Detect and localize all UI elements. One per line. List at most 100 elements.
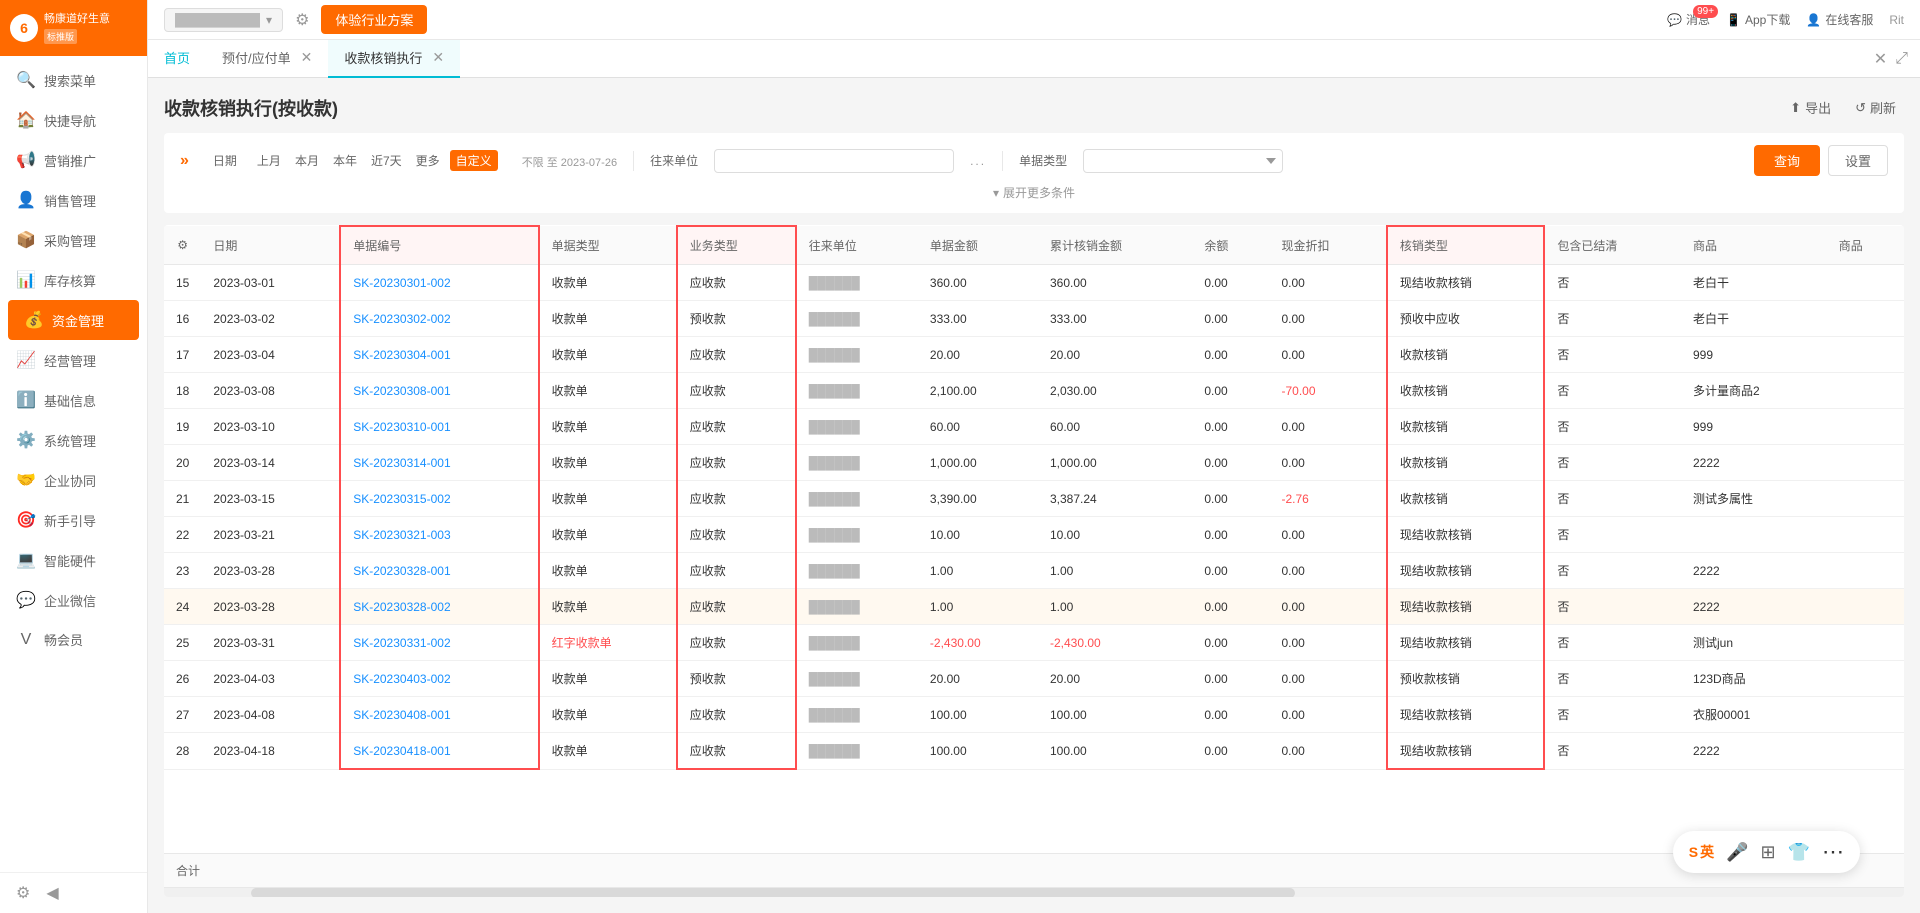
- row-balance: 0.00: [1192, 445, 1269, 481]
- date-custom[interactable]: 自定义: [450, 150, 498, 171]
- row-amount: 20.00: [918, 661, 1038, 697]
- row-bill-no[interactable]: SK-20230310-001: [340, 409, 538, 445]
- sidebar-item-finance[interactable]: 💰 资金管理: [8, 300, 139, 340]
- sidebar-item-corpwx[interactable]: 💬 企业微信: [0, 580, 147, 620]
- unit-dots[interactable]: ...: [970, 154, 986, 168]
- bill-type-select[interactable]: [1083, 149, 1283, 173]
- th-gear[interactable]: ⚙: [164, 226, 201, 265]
- sidebar-item-inventory[interactable]: 📊 库存核算: [0, 260, 147, 300]
- brand-s-button[interactable]: S 英: [1689, 842, 1714, 862]
- row-cash-discount: 0.00: [1269, 337, 1386, 373]
- row-include-settled: 否: [1544, 409, 1681, 445]
- row-bill-no[interactable]: SK-20230328-002: [340, 589, 538, 625]
- table-scroll-area[interactable]: ⚙ 日期 单据编号 单据类型 业务类型 往来单位 单据金额 累计核销金额 余额 …: [164, 225, 1904, 853]
- row-unit: ██████: [796, 625, 918, 661]
- date-range-display: 不限 至 2023-07-26: [522, 154, 617, 170]
- row-bill-no[interactable]: SK-20230315-002: [340, 481, 538, 517]
- unit-input[interactable]: [714, 149, 954, 173]
- tab-close-all-icon[interactable]: ✕: [1874, 49, 1887, 69]
- row-balance: 0.00: [1192, 337, 1269, 373]
- row-bill-no[interactable]: SK-20230418-001: [340, 733, 538, 770]
- guide-icon: 🎯: [16, 510, 36, 530]
- sidebar-item-quicknav[interactable]: 🏠 快捷导航: [0, 100, 147, 140]
- row-balance: 0.00: [1192, 589, 1269, 625]
- table-row: 152023-03-01SK-20230301-002收款单应收款██████3…: [164, 265, 1904, 301]
- tab-prepay[interactable]: 预付/应付单 ✕: [206, 40, 328, 78]
- row-bill-no[interactable]: SK-20230302-002: [340, 301, 538, 337]
- row-bill-no[interactable]: SK-20230328-001: [340, 553, 538, 589]
- setting-button[interactable]: 设置: [1828, 145, 1888, 176]
- sidebar-item-search[interactable]: 🔍 搜索菜单: [0, 60, 147, 100]
- date-more[interactable]: 更多: [412, 150, 444, 171]
- sidebar-item-vip[interactable]: V 畅会员: [0, 620, 147, 659]
- tab-prepay-close-icon[interactable]: ✕: [301, 49, 313, 66]
- row-biz-type: 应收款: [677, 733, 796, 770]
- more-button[interactable]: ⋯: [1822, 839, 1844, 865]
- filter-expand-icon[interactable]: »: [180, 152, 189, 170]
- row-goods: 测试jun: [1681, 625, 1827, 661]
- message-badge: 99+: [1693, 5, 1718, 18]
- sidebar-item-sales[interactable]: 👤 销售管理: [0, 180, 147, 220]
- sidebar-item-system[interactable]: ⚙️ 系统管理: [0, 420, 147, 460]
- scrollbar-thumb[interactable]: [251, 888, 1295, 897]
- row-num: 26: [164, 661, 201, 697]
- horizontal-scrollbar[interactable]: [164, 887, 1904, 897]
- th-cash-discount: 现金折扣: [1269, 226, 1386, 265]
- shirt-button[interactable]: 👕: [1788, 842, 1810, 863]
- sidebar-item-guide[interactable]: 🎯 新手引导: [0, 500, 147, 540]
- refresh-button[interactable]: ↺ 刷新: [1847, 94, 1904, 121]
- app-download-button[interactable]: 📱 App下载: [1726, 11, 1790, 28]
- sidebar-logo: 6 畅康道好生意 标推版: [0, 0, 147, 56]
- column-settings-icon[interactable]: ⚙: [177, 238, 188, 252]
- tab-home[interactable]: 首页: [148, 40, 206, 78]
- row-bill-no[interactable]: SK-20230331-002: [340, 625, 538, 661]
- keyboard-button[interactable]: ⊞: [1760, 842, 1775, 863]
- table-row: 282023-04-18SK-20230418-001收款单应收款██████1…: [164, 733, 1904, 770]
- th-bill-no: 单据编号: [340, 226, 538, 265]
- row-bill-no[interactable]: SK-20230408-001: [340, 697, 538, 733]
- row-verify-type: 现结收款核销: [1387, 517, 1545, 553]
- sidebar-item-marketing[interactable]: 📢 营销推广: [0, 140, 147, 180]
- data-table: ⚙ 日期 单据编号 单据类型 业务类型 往来单位 单据金额 累计核销金额 余额 …: [164, 225, 1904, 897]
- mic-button[interactable]: 🎤: [1726, 842, 1748, 863]
- date-this-year[interactable]: 本年: [329, 150, 361, 171]
- date-prev-month[interactable]: 上月: [253, 150, 285, 171]
- sidebar-item-basic[interactable]: ℹ️ 基础信息: [0, 380, 147, 420]
- row-bill-no[interactable]: SK-20230403-002: [340, 661, 538, 697]
- sidebar-item-smarthw[interactable]: 💻 智能硬件: [0, 540, 147, 580]
- row-bill-type: 收款单: [539, 409, 677, 445]
- row-amount: 2,100.00: [918, 373, 1038, 409]
- sidebar-item-ops[interactable]: 📈 经营管理: [0, 340, 147, 380]
- sidebar-item-enterprise[interactable]: 🤝 企业协同: [0, 460, 147, 500]
- row-bill-no[interactable]: SK-20230308-001: [340, 373, 538, 409]
- tab-receivable-close-icon[interactable]: ✕: [432, 49, 444, 66]
- row-cash-discount: 0.00: [1269, 661, 1386, 697]
- tab-receivable[interactable]: 收款核销执行 ✕: [328, 40, 460, 78]
- row-verified-amount: 333.00: [1038, 301, 1192, 337]
- sidebar-item-purchase[interactable]: 📦 采购管理: [0, 220, 147, 260]
- tab-expand-icon[interactable]: ⤢: [1895, 50, 1908, 68]
- account-selector[interactable]: ██████████ ▾: [164, 8, 283, 32]
- row-bill-no[interactable]: SK-20230301-002: [340, 265, 538, 301]
- sidebar-label-quicknav: 快捷导航: [44, 111, 96, 130]
- row-bill-no[interactable]: SK-20230314-001: [340, 445, 538, 481]
- query-button[interactable]: 查询: [1754, 145, 1820, 176]
- row-goods2: [1827, 265, 1904, 301]
- export-icon: ⬆: [1790, 100, 1801, 116]
- online-service-button[interactable]: 👤 在线客服: [1806, 11, 1873, 28]
- solution-button[interactable]: 体验行业方案: [321, 5, 427, 34]
- row-include-settled: 否: [1544, 553, 1681, 589]
- row-verify-type: 收款核销: [1387, 373, 1545, 409]
- settings-gear-icon[interactable]: ⚙: [295, 10, 309, 30]
- date-this-month[interactable]: 本月: [291, 150, 323, 171]
- date-7days[interactable]: 近7天: [367, 150, 406, 171]
- topbar: ██████████ ▾ ⚙ 体验行业方案 💬 消息 99+ 📱 App下载 👤…: [148, 0, 1920, 40]
- row-bill-no[interactable]: SK-20230321-003: [340, 517, 538, 553]
- export-button[interactable]: ⬆ 导出: [1782, 94, 1839, 121]
- expand-more-button[interactable]: ▾ 展开更多条件: [993, 184, 1075, 201]
- message-button[interactable]: 💬 消息 99+: [1667, 11, 1710, 28]
- sidebar-settings-btn[interactable]: ⚙: [16, 883, 30, 903]
- row-num: 21: [164, 481, 201, 517]
- sidebar-collapse-btn[interactable]: ◀: [46, 883, 58, 903]
- row-bill-no[interactable]: SK-20230304-001: [340, 337, 538, 373]
